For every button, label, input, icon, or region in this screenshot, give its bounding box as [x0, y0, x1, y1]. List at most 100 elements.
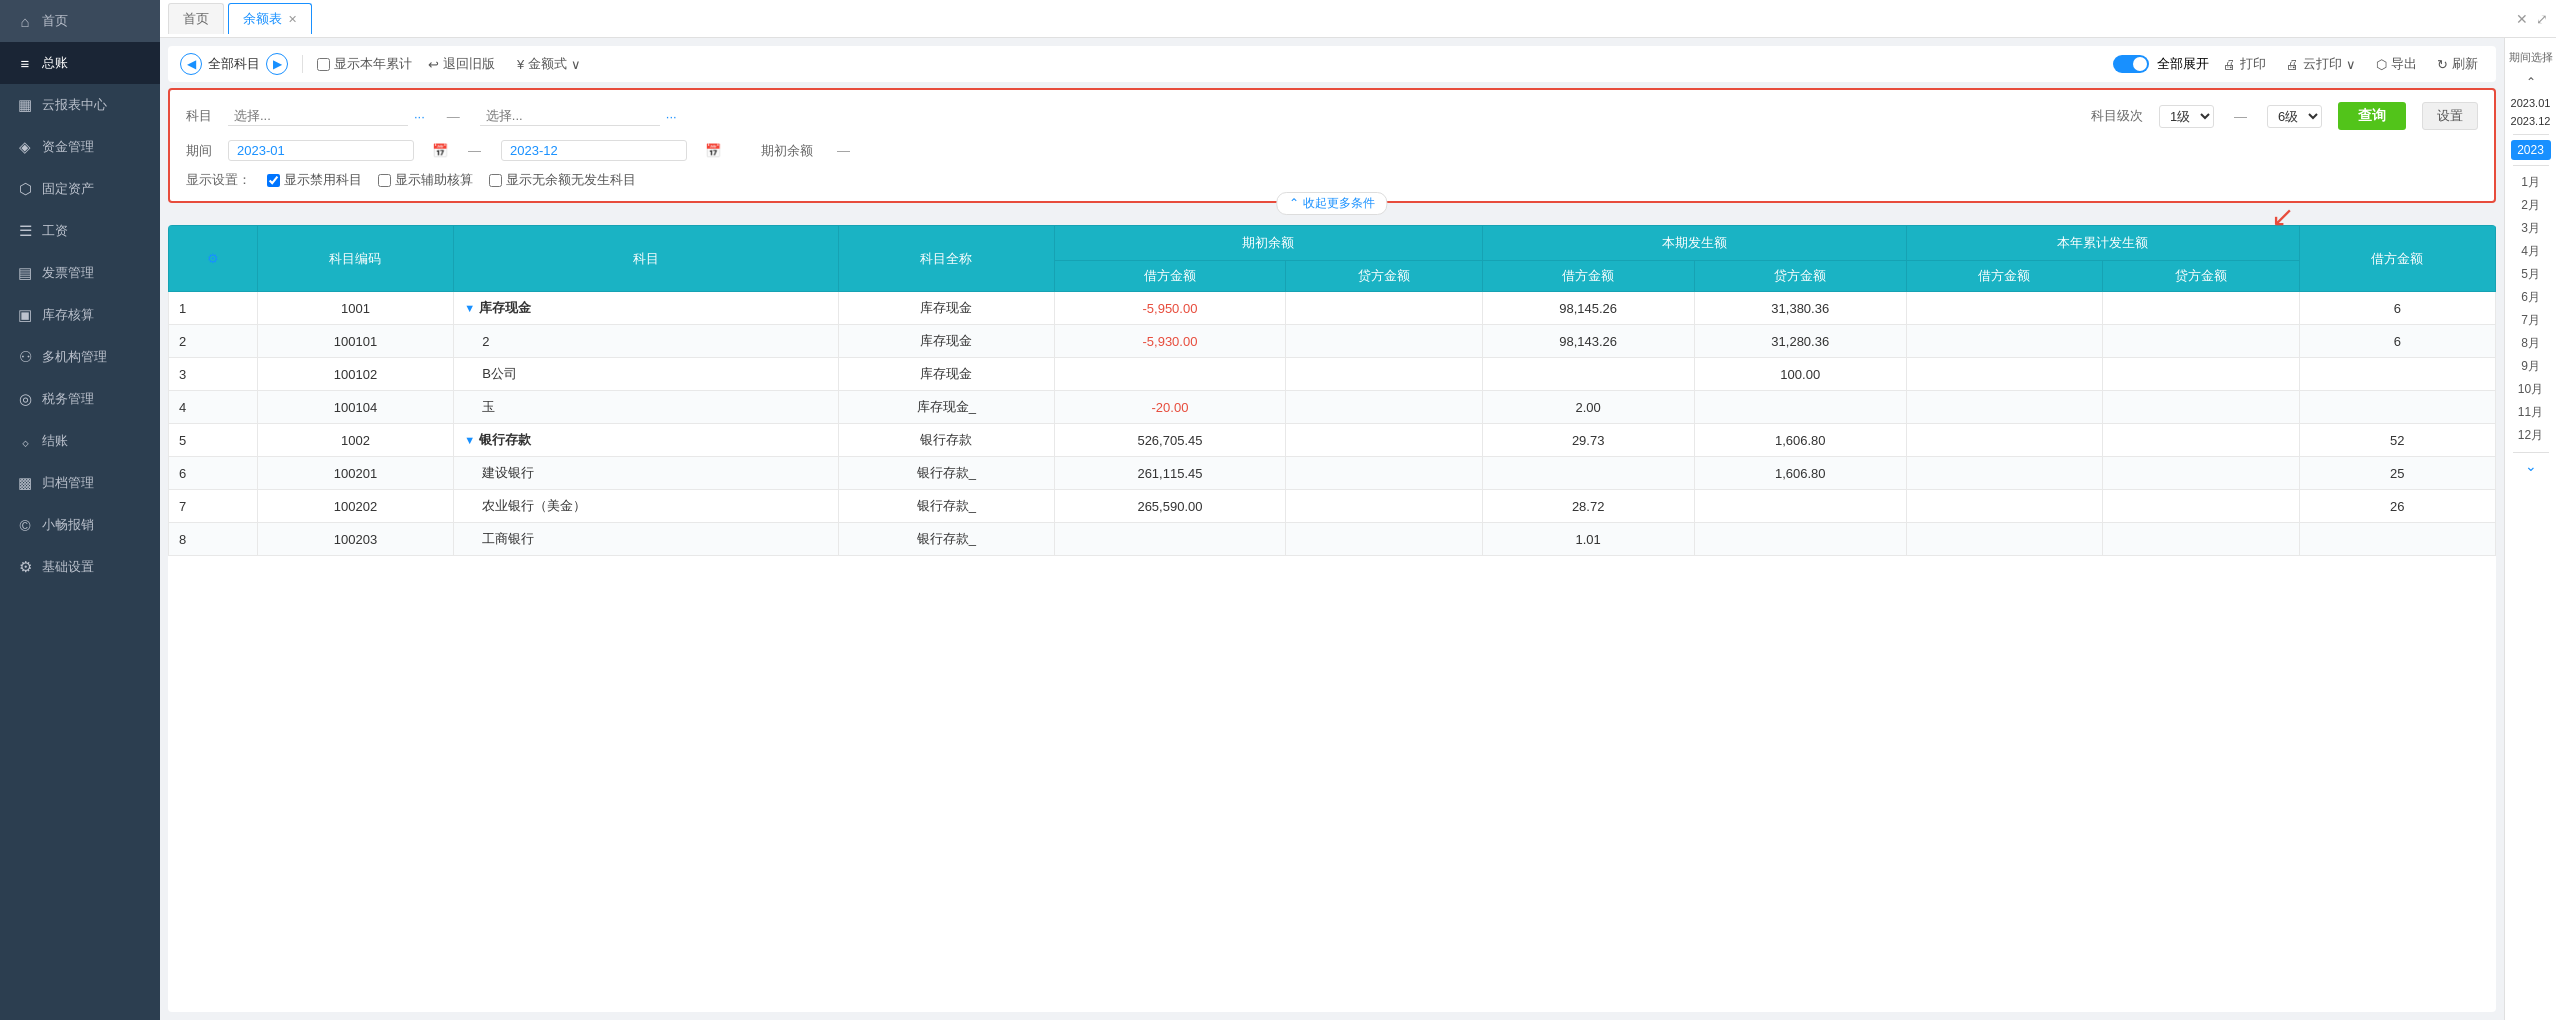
sidebar-item-archive[interactable]: ▩ 归档管理: [0, 462, 160, 504]
month-item-8[interactable]: 8月: [2511, 332, 2551, 355]
sidebar-item-expense[interactable]: © 小畅报销: [0, 504, 160, 546]
row-name[interactable]: 农业银行（美金）: [454, 490, 839, 523]
period-label: 期间: [186, 142, 212, 160]
nav-next-btn[interactable]: ▶: [266, 53, 288, 75]
row-ending-debit: 6: [2299, 325, 2495, 358]
collapse-button[interactable]: ⌃ 收起更多条件: [1276, 192, 1387, 215]
period-year-header[interactable]: ⌃: [2520, 71, 2542, 93]
month-item-10[interactable]: 10月: [2511, 378, 2551, 401]
sidebar-item-settlement[interactable]: ⬦ 结账: [0, 420, 160, 462]
period-from-input[interactable]: [228, 140, 414, 161]
row-name[interactable]: 建设银行: [454, 457, 839, 490]
settlement-icon: ⬦: [16, 433, 34, 450]
expand-icon[interactable]: ▼: [464, 302, 475, 314]
row-current-credit: 100.00: [1694, 358, 1906, 391]
window-close-icon[interactable]: ✕: [2516, 11, 2528, 27]
row-ytd-credit: [2103, 490, 2299, 523]
table-body: 1 1001 ▼库存现金 库存现金 -5,950.00 98,145.26 31…: [169, 292, 2496, 556]
table-header-row: ⚙ 科目编码 科目 科目全称 期初余额 本期发生额 本年累计发生额 借方金额: [169, 226, 2496, 261]
nav-prev-btn[interactable]: ◀: [180, 53, 202, 75]
month-item-3[interactable]: 3月: [2511, 217, 2551, 240]
th-ytd: 本年累计发生额: [1906, 226, 2299, 261]
sidebar-item-multiorg[interactable]: ⚇ 多机构管理: [0, 336, 160, 378]
sidebar-item-reports[interactable]: ▦ 云报表中心: [0, 84, 160, 126]
tab-home[interactable]: 首页: [168, 3, 224, 34]
query-button[interactable]: 查询: [2338, 102, 2406, 130]
sidebar-item-tax[interactable]: ◎ 税务管理: [0, 378, 160, 420]
month-item-12[interactable]: 12月: [2511, 424, 2551, 447]
row-name[interactable]: B公司: [454, 358, 839, 391]
content: ◀ 全部科目 ▶ 显示本年累计 ↩ 退回旧版 ¥ 金额式 ∨: [160, 38, 2556, 1020]
row-current-debit: 2.00: [1482, 391, 1694, 424]
cb3-label[interactable]: 显示无余额无发生科目: [489, 171, 636, 189]
filter-row-2: 期间 📅 — 📅 期初余额 —: [186, 140, 2478, 161]
level-from-select[interactable]: 1级: [2159, 105, 2214, 128]
print-btn[interactable]: 🖨 打印: [2217, 52, 2272, 76]
month-item-4[interactable]: 4月: [2511, 240, 2551, 263]
row-name[interactable]: ▼库存现金: [454, 292, 839, 325]
month-item-7[interactable]: 7月: [2511, 309, 2551, 332]
cb1-label[interactable]: 显示禁用科目: [267, 171, 362, 189]
cb2-text: 显示辅助核算: [395, 171, 473, 189]
month-item-1[interactable]: 1月: [2511, 171, 2551, 194]
tax-icon: ◎: [16, 390, 34, 408]
row-name[interactable]: 工商银行: [454, 523, 839, 556]
month-item-9[interactable]: 9月: [2511, 355, 2551, 378]
level-to-select[interactable]: 6级: [2267, 105, 2322, 128]
table-settings-icon[interactable]: ⚙: [207, 251, 219, 266]
refresh-icon: ↻: [2437, 57, 2448, 72]
expand-icon[interactable]: ▼: [464, 434, 475, 446]
month-item-2[interactable]: 2月: [2511, 194, 2551, 217]
row-ending-debit: [2299, 358, 2495, 391]
sidebar-item-assets[interactable]: ⬡ 固定资产: [0, 168, 160, 210]
sidebar-item-funds[interactable]: ◈ 资金管理: [0, 126, 160, 168]
amount-format-btn[interactable]: ¥ 金额式 ∨: [511, 52, 587, 76]
export-btn[interactable]: ⬡ 导出: [2370, 52, 2423, 76]
expand-all-toggle[interactable]: [2113, 55, 2149, 73]
row-opening-debit: -5,930.00: [1054, 325, 1286, 358]
th-opening-credit: 贷方金额: [1286, 261, 1482, 292]
row-current-credit: [1694, 490, 1906, 523]
sidebar-item-label: 首页: [42, 12, 68, 30]
row-name[interactable]: 2: [454, 325, 839, 358]
window-maximize-icon[interactable]: ⤢: [2536, 11, 2548, 27]
show-cumulative-label[interactable]: 显示本年累计: [317, 55, 412, 73]
month-item-6[interactable]: 6月: [2511, 286, 2551, 309]
tab-balance[interactable]: 余额表 ✕: [228, 3, 312, 34]
month-item-5[interactable]: 5月: [2511, 263, 2551, 286]
th-fullname: 科目全称: [838, 226, 1054, 292]
expand-collapse-btn[interactable]: ⌄: [2525, 458, 2537, 474]
sidebar-item-salary[interactable]: ☰ 工资: [0, 210, 160, 252]
sidebar-item-settings[interactable]: ⚙ 基础设置: [0, 546, 160, 588]
cal-icon1[interactable]: 📅: [432, 143, 448, 158]
cb2-checkbox[interactable]: [378, 174, 391, 187]
row-name[interactable]: 玉: [454, 391, 839, 424]
row-code: 100202: [257, 490, 453, 523]
cb2-label[interactable]: 显示辅助核算: [378, 171, 473, 189]
subject-input2[interactable]: [480, 106, 660, 126]
th-settings[interactable]: ⚙: [169, 226, 258, 292]
row-name[interactable]: ▼银行存款: [454, 424, 839, 457]
show-cumulative-checkbox[interactable]: [317, 58, 330, 71]
cb3-checkbox[interactable]: [489, 174, 502, 187]
refresh-btn[interactable]: ↻ 刷新: [2431, 52, 2484, 76]
month-item-11[interactable]: 11月: [2511, 401, 2551, 424]
sidebar-item-ledger[interactable]: ≡ 总账: [0, 42, 160, 84]
sidebar-item-inventory[interactable]: ▣ 库存核算: [0, 294, 160, 336]
settings-button[interactable]: 设置: [2422, 102, 2478, 130]
sidebar-item-home[interactable]: ⌂ 首页: [0, 0, 160, 42]
cloud-print-btn[interactable]: 🖨 云打印 ∨: [2280, 52, 2362, 76]
sidebar-item-invoice[interactable]: ▤ 发票管理: [0, 252, 160, 294]
period-year-badge[interactable]: 2023: [2511, 140, 2551, 160]
th-ytd-credit: 贷方金额: [2103, 261, 2299, 292]
subject-dots1[interactable]: ···: [414, 109, 425, 124]
period-to-input[interactable]: [501, 140, 687, 161]
back-old-version-btn[interactable]: ↩ 退回旧版: [422, 52, 501, 76]
tab-balance-close[interactable]: ✕: [288, 13, 297, 26]
export-icon: ⬡: [2376, 57, 2387, 72]
cb1-checkbox[interactable]: [267, 174, 280, 187]
cal-icon2[interactable]: 📅: [705, 143, 721, 158]
subject-input1[interactable]: [228, 106, 408, 126]
subject-dots2[interactable]: ···: [666, 109, 677, 124]
row-code: 100201: [257, 457, 453, 490]
